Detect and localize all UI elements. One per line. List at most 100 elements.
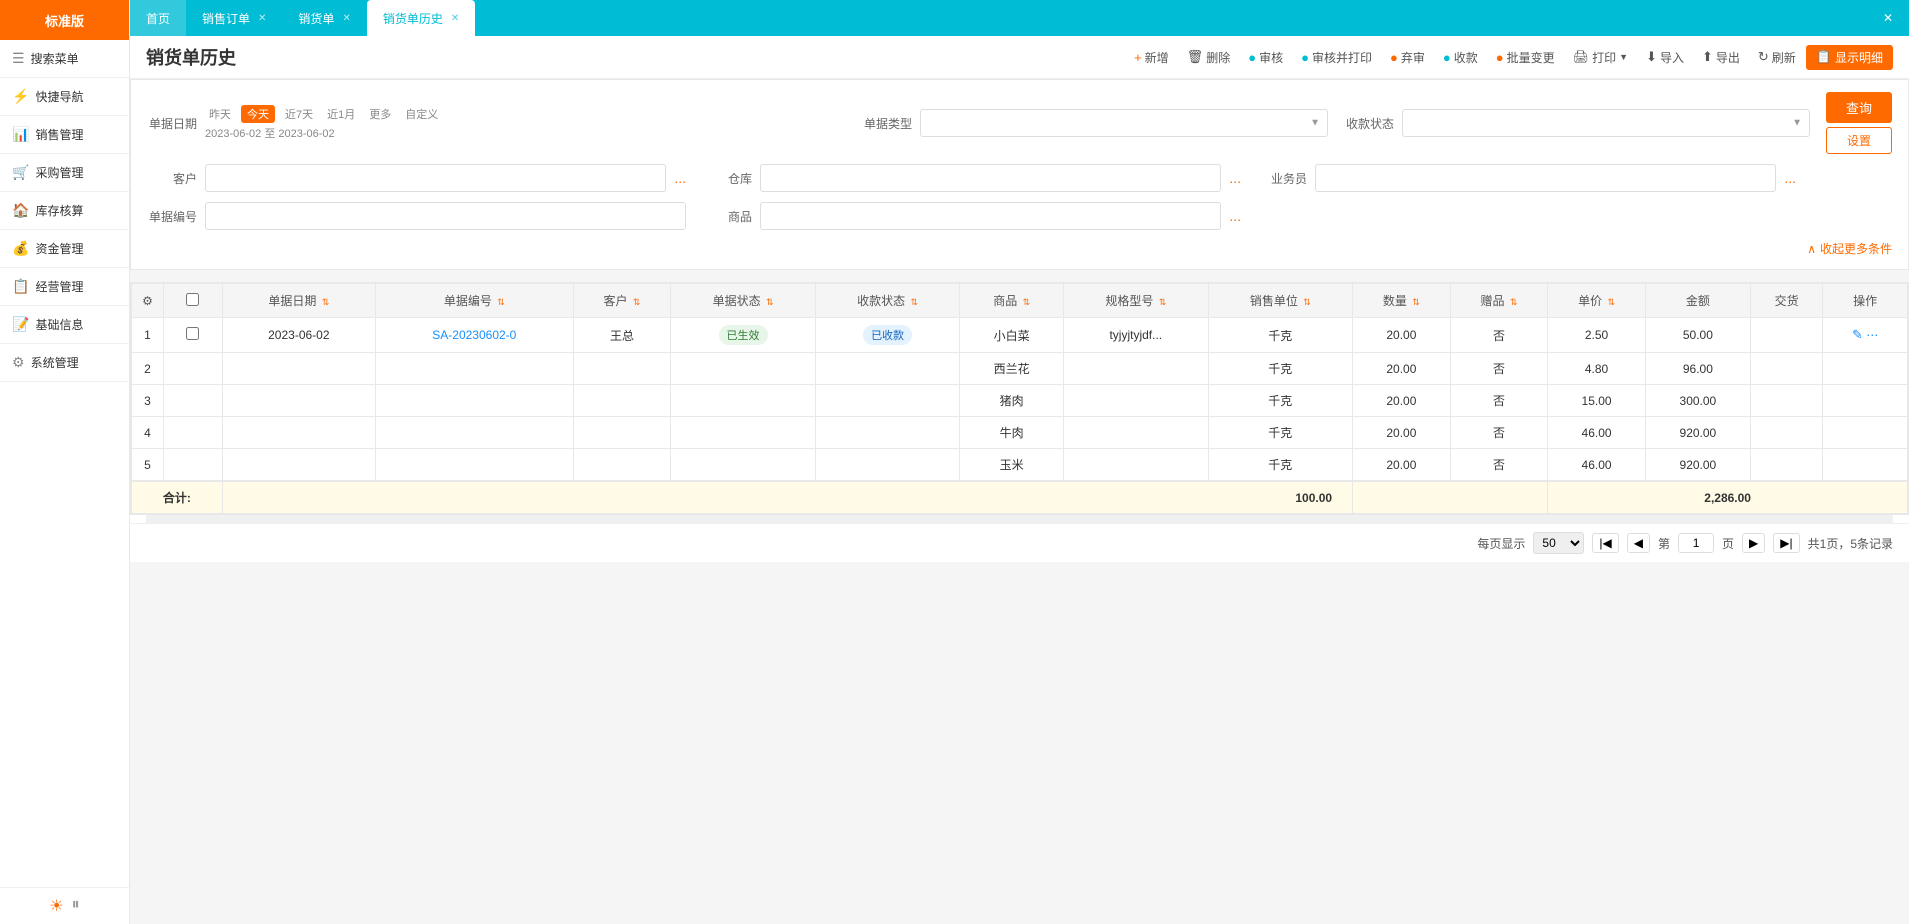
salesperson-ellipsis-icon[interactable]: ... xyxy=(1784,170,1796,186)
sales-unit-column-header[interactable]: 销售单位 ⇅ xyxy=(1208,284,1353,318)
collapse-button[interactable]: ∧ 收起更多条件 xyxy=(1807,240,1892,257)
gift-column-header[interactable]: 赠品 ⇅ xyxy=(1450,284,1548,318)
warehouse-input[interactable] xyxy=(760,164,1221,192)
doc-type-select[interactable] xyxy=(920,109,1328,137)
date-shortcuts-container: 昨天 今天 近7天 近1月 更多 自定义 2023-06-02 至 2023-0… xyxy=(205,105,442,141)
sidebar-item-basic-info[interactable]: 📝 基础信息 xyxy=(0,306,129,344)
sidebar-bottom-icon2[interactable]: ⏸ xyxy=(72,896,80,916)
tab-home[interactable]: 首页 xyxy=(130,0,186,36)
row-edit-icon[interactable]: ✎ xyxy=(1852,327,1863,342)
row-action-cell xyxy=(1823,449,1908,482)
doc-no-input[interactable] xyxy=(205,202,686,230)
tab-sales-order[interactable]: 销售订单 ✕ xyxy=(186,0,282,36)
shortcut-1month[interactable]: 近1月 xyxy=(323,105,359,123)
print-button[interactable]: 🖨 打印 ▼ xyxy=(1565,45,1636,70)
tab-sales-order-close[interactable]: ✕ xyxy=(258,13,266,24)
salesperson-input[interactable] xyxy=(1315,164,1776,192)
shortcut-more[interactable]: 更多 xyxy=(365,105,395,123)
sidebar-item-ops[interactable]: 📋 经营管理 xyxy=(0,268,129,306)
new-button[interactable]: + 新增 xyxy=(1126,45,1177,70)
customer-ellipsis-icon[interactable]: ... xyxy=(674,170,686,186)
checkbox-column-header xyxy=(164,284,223,318)
shortcut-yesterday[interactable]: 昨天 xyxy=(205,105,235,123)
row-transaction-cell xyxy=(1750,353,1822,385)
refresh-button[interactable]: ↻ 刷新 xyxy=(1750,45,1804,70)
goods-sort-icon: ⇅ xyxy=(1023,297,1031,307)
receipt-status-column-header[interactable]: 收款状态 ⇅ xyxy=(815,284,960,318)
row-doc-no-cell xyxy=(375,353,573,385)
abandon-button[interactable]: ● 弃审 xyxy=(1382,45,1433,70)
audit-print-button[interactable]: ● 审核并打印 xyxy=(1293,45,1380,70)
row-num-cell: 3 xyxy=(132,385,164,417)
filter-area: 单据日期 昨天 今天 近7天 近1月 更多 自定义 2023-06-02 至 2… xyxy=(130,79,1909,270)
unit-price-column-header[interactable]: 单价 ⇅ xyxy=(1548,284,1646,318)
select-all-checkbox[interactable] xyxy=(186,293,199,306)
goods-input[interactable] xyxy=(760,202,1221,230)
doc-no-link[interactable]: SA-20230602-0 xyxy=(432,328,516,342)
receipt-status-badge: 已收款 xyxy=(863,325,912,345)
goods-column-header[interactable]: 商品 ⇅ xyxy=(960,284,1064,318)
receipt-status-select[interactable] xyxy=(1402,109,1810,137)
total-qty-cell: 100.00 xyxy=(222,481,1352,514)
sidebar-item-search-menu[interactable]: ☰ 搜索菜单 xyxy=(0,40,129,78)
import-button[interactable]: ⬇ 导入 xyxy=(1638,45,1692,70)
collapse-row: ∧ 收起更多条件 xyxy=(147,240,1892,257)
collect-button[interactable]: ● 收款 xyxy=(1435,45,1486,70)
first-page-button[interactable]: |◀ xyxy=(1592,533,1618,553)
setting-button[interactable]: 设置 xyxy=(1826,127,1892,154)
transaction-column-header: 交货 xyxy=(1750,284,1822,318)
tab-history-close[interactable]: ✕ xyxy=(451,13,459,24)
doc-no-column-header[interactable]: 单据编号 ⇅ xyxy=(375,284,573,318)
next-page-button[interactable]: ▶ xyxy=(1742,533,1765,553)
sidebar-bottom-icon1[interactable]: ☀ xyxy=(49,896,63,916)
sidebar-item-purchase-mgmt[interactable]: 🛒 采购管理 xyxy=(0,154,129,192)
amount-column-header[interactable]: 金额 xyxy=(1645,284,1750,318)
shortcut-today[interactable]: 今天 xyxy=(241,105,275,123)
query-button[interactable]: 查询 xyxy=(1826,92,1892,123)
warehouse-ellipsis-icon[interactable]: ... xyxy=(1229,170,1241,186)
sidebar-item-finance[interactable]: 💰 资金管理 xyxy=(0,230,129,268)
audit-button[interactable]: ● 审核 xyxy=(1240,45,1291,70)
total-amount-cell: 2,286.00 xyxy=(1548,481,1908,514)
row-goods-cell: 猪肉 xyxy=(960,385,1064,417)
gear-column-header[interactable]: ⚙ xyxy=(132,284,164,318)
goods-ellipsis-icon[interactable]: ... xyxy=(1229,208,1241,224)
row-qty-cell: 20.00 xyxy=(1353,417,1451,449)
spec-column-header[interactable]: 规格型号 ⇅ xyxy=(1064,284,1209,318)
sidebar-item-sales-mgmt[interactable]: 📊 销售管理 xyxy=(0,116,129,154)
doc-status-column-header[interactable]: 单据状态 ⇅ xyxy=(671,284,816,318)
show-detail-button[interactable]: 📋 显示明细 xyxy=(1806,45,1893,70)
row-checkbox-cell xyxy=(164,318,223,353)
receipt-status-label: 收款状态 xyxy=(1344,115,1394,132)
last-page-button[interactable]: ▶| xyxy=(1773,533,1799,553)
tab-home-label: 首页 xyxy=(146,10,170,27)
batch-change-button[interactable]: ● 批量变更 xyxy=(1488,45,1563,70)
sidebar-logo: 标准版 xyxy=(0,0,129,40)
tab-sales-goods[interactable]: 销货单 ✕ xyxy=(282,0,366,36)
export-button[interactable]: ⬆ 导出 xyxy=(1694,45,1748,70)
sidebar-item-inventory[interactable]: 🏠 库存核算 xyxy=(0,192,129,230)
customer-input[interactable] xyxy=(205,164,666,192)
shortcut-7days[interactable]: 近7天 xyxy=(281,105,317,123)
tab-bar-close-all[interactable]: ✕ xyxy=(1883,11,1893,25)
audit-print-icon: ● xyxy=(1301,50,1309,65)
row-spec-cell xyxy=(1064,449,1209,482)
qty-column-header[interactable]: 数量 ⇅ xyxy=(1353,284,1451,318)
goods-col-label: 商品 xyxy=(993,294,1017,308)
horizontal-scrollbar[interactable] xyxy=(146,515,1893,523)
page-input[interactable]: 1 xyxy=(1678,533,1714,553)
sidebar-item-sys-mgmt[interactable]: ⚙ 系统管理 xyxy=(0,344,129,382)
tab-sales-goods-history[interactable]: 销货单历史 ✕ xyxy=(367,0,475,36)
tab-sales-goods-close[interactable]: ✕ xyxy=(342,13,350,24)
per-page-select[interactable]: 50 10 20 100 xyxy=(1533,532,1584,554)
shortcut-custom[interactable]: 自定义 xyxy=(401,105,442,123)
delete-button[interactable]: 🗑 删除 xyxy=(1179,45,1239,70)
table-row: 5 玉米 千克 20.00 否 46.00 920.00 xyxy=(132,449,1908,482)
row-checkbox[interactable] xyxy=(186,327,199,340)
row-unit-price-cell: 46.00 xyxy=(1548,449,1646,482)
prev-page-button[interactable]: ◀ xyxy=(1627,533,1650,553)
sidebar-item-quick-nav[interactable]: ⚡ 快捷导航 xyxy=(0,78,129,116)
doc-date-column-header[interactable]: 单据日期 ⇅ xyxy=(222,284,375,318)
customer-column-header[interactable]: 客户 ⇅ xyxy=(573,284,671,318)
row-more-icon[interactable]: ⋯ xyxy=(1866,328,1878,342)
